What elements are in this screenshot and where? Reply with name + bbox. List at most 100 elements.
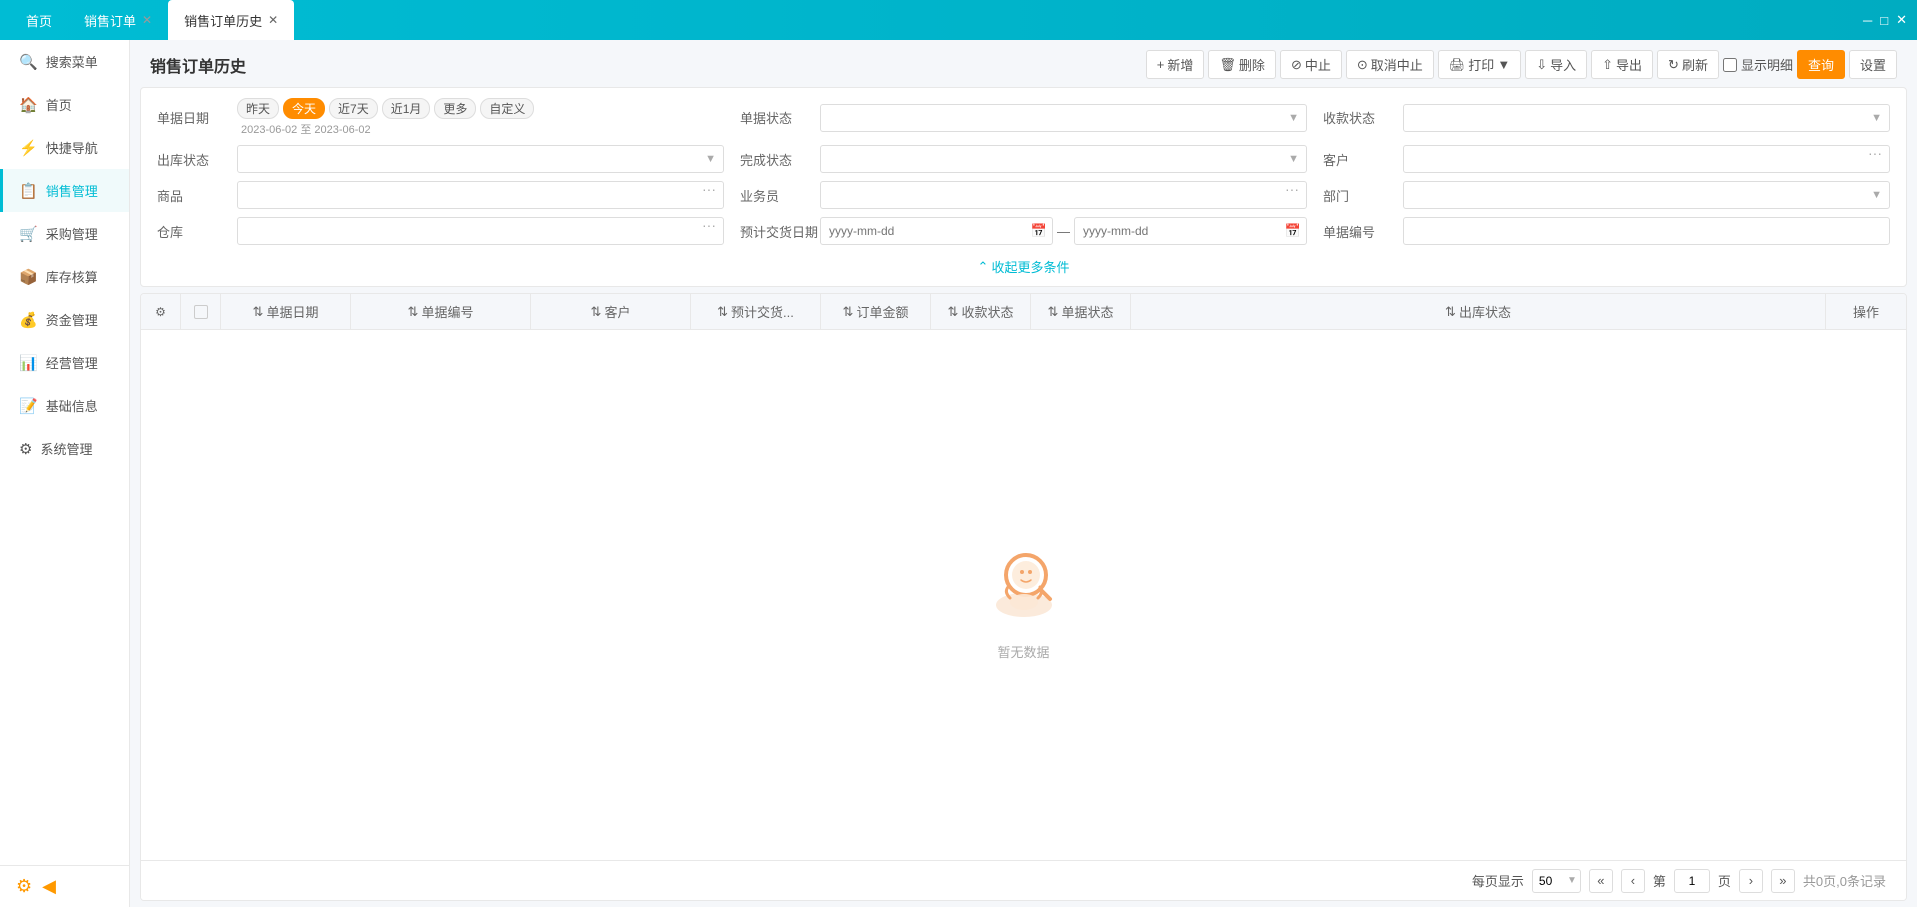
sidebar-item-inventory[interactable]: 📦 库存核算	[0, 255, 129, 298]
th-delivery[interactable]: ⇅ 预计交货...	[691, 294, 821, 329]
header-checkbox[interactable]	[194, 305, 208, 319]
import-button[interactable]: ⇩ 导入	[1525, 50, 1587, 79]
tab-sales-order-history[interactable]: 销售订单历史 ✕	[168, 0, 294, 40]
cancel-stop-label: 取消中止	[1371, 55, 1423, 74]
refresh-button[interactable]: ↻ 刷新	[1657, 50, 1719, 79]
goods-dots-icon[interactable]: ···	[702, 181, 716, 197]
print-button[interactable]: 🖨 打印 ▼	[1438, 50, 1521, 79]
settings-button[interactable]: 设置	[1849, 50, 1897, 79]
sidebar-search[interactable]: 🔍 搜索菜单	[0, 40, 129, 83]
date-range-text: 2023-06-02 至 2023-06-02	[241, 121, 724, 137]
stop-icon: ⊘	[1291, 57, 1302, 73]
doc-num-input[interactable]	[1403, 217, 1890, 245]
th-operations: 操作	[1826, 294, 1906, 329]
out-status-label: 出库状态	[157, 150, 237, 169]
page-title: 销售订单历史	[150, 53, 246, 77]
query-button[interactable]: 查询	[1797, 50, 1845, 79]
window-close-btn[interactable]: ✕	[1896, 12, 1907, 28]
collapse-sidebar-icon[interactable]: ◀	[42, 876, 56, 897]
next-page-icon: ›	[1749, 873, 1753, 888]
sidebar-item-operation[interactable]: 📊 经营管理	[0, 341, 129, 384]
delivery-start-input[interactable]	[820, 217, 1053, 245]
date-dash: —	[1057, 224, 1070, 239]
doc-status-select[interactable]	[820, 104, 1307, 132]
th-payment-sort-icon: ⇅	[948, 304, 959, 320]
cancel-stop-icon: ⊙	[1357, 57, 1368, 73]
content-area: 销售订单历史 + 新增 🗑 删除 ⊘ 中止 ⊙ 取消中止	[130, 40, 1917, 907]
page-size-wrap: 10 20 50 100 ▼	[1532, 869, 1581, 893]
th-customer[interactable]: ⇅ 客户	[531, 294, 691, 329]
display-detail-check[interactable]: 显示明细	[1723, 55, 1793, 74]
th-amount-label: 订单金额	[856, 302, 908, 321]
date-tag-1month[interactable]: 近1月	[382, 98, 431, 119]
delivery-end-input[interactable]	[1074, 217, 1307, 245]
sidebar-item-sales[interactable]: 📋 销售管理	[0, 169, 129, 212]
export-button[interactable]: ⇧ 导出	[1591, 50, 1653, 79]
page-size-select[interactable]: 10 20 50 100	[1532, 869, 1581, 893]
salesperson-input[interactable]	[820, 181, 1307, 209]
delete-button[interactable]: 🗑 删除	[1208, 50, 1276, 79]
date-tag-7days[interactable]: 近7天	[329, 98, 378, 119]
refresh-label: 刷新	[1682, 55, 1708, 74]
window-min-btn[interactable]: ─	[1863, 13, 1872, 28]
tab-sales-order[interactable]: 销售订单 ✕	[68, 0, 168, 40]
sidebar-item-basic[interactable]: 📝 基础信息	[0, 384, 129, 427]
new-button[interactable]: + 新增	[1146, 50, 1205, 79]
prev-page-button[interactable]: ‹	[1621, 869, 1645, 893]
filter-row-3: 商品 ··· 业务员 ··· 部门	[157, 181, 1890, 209]
th-doc-status[interactable]: ⇅ 单据状态	[1031, 294, 1131, 329]
last-page-icon: »	[1779, 873, 1786, 888]
first-page-button[interactable]: «	[1589, 869, 1613, 893]
salesperson-dots-icon[interactable]: ···	[1285, 181, 1299, 197]
sidebar-item-finance[interactable]: 💰 资金管理	[0, 298, 129, 341]
customer-input[interactable]	[1403, 145, 1890, 173]
tab-sales-order-history-close[interactable]: ✕	[268, 13, 278, 27]
warehouse-dots-icon[interactable]: ···	[702, 217, 716, 233]
collapse-button[interactable]: ⌃ 收起更多条件	[978, 257, 1070, 276]
department-select[interactable]	[1403, 181, 1890, 209]
goods-input[interactable]	[237, 181, 724, 209]
payment-status-select-wrap: ▼	[1403, 104, 1890, 132]
quick-nav-icon: ⚡	[19, 139, 38, 157]
sidebar-item-finance-label: 资金管理	[46, 310, 98, 329]
delivery-start-wrap: 📅	[820, 217, 1053, 245]
payment-status-select[interactable]	[1403, 104, 1890, 132]
sidebar-item-purchase[interactable]: 🛒 采购管理	[0, 212, 129, 255]
display-detail-checkbox[interactable]	[1723, 58, 1737, 72]
th-settings[interactable]: ⚙	[141, 294, 181, 329]
system-icon: ⚙	[19, 440, 32, 458]
tab-sales-order-close[interactable]: ✕	[142, 13, 152, 27]
delete-label: 删除	[1239, 55, 1265, 74]
sales-icon: 📋	[19, 182, 38, 200]
warehouse-input[interactable]	[237, 217, 724, 245]
purchase-icon: 🛒	[19, 225, 38, 243]
th-payment-status[interactable]: ⇅ 收款状态	[931, 294, 1031, 329]
sidebar-item-quick-nav[interactable]: ⚡ 快捷导航	[0, 126, 129, 169]
complete-status-select[interactable]	[820, 145, 1307, 173]
window-max-btn[interactable]: □	[1880, 13, 1888, 28]
filter-col-goods: 商品 ···	[157, 181, 724, 209]
date-tag-yesterday[interactable]: 昨天	[237, 98, 279, 119]
th-doc-num[interactable]: ⇅ 单据编号	[351, 294, 531, 329]
stop-button[interactable]: ⊘ 中止	[1280, 50, 1342, 79]
cancel-stop-button[interactable]: ⊙ 取消中止	[1346, 50, 1434, 79]
next-page-button[interactable]: ›	[1739, 869, 1763, 893]
display-detail-label: 显示明细	[1741, 55, 1793, 74]
th-out-status[interactable]: ⇅ 出库状态	[1131, 294, 1826, 329]
th-amount[interactable]: ⇅ 订单金额	[821, 294, 931, 329]
print-icon: 🖨	[1449, 57, 1466, 73]
page-number-input[interactable]	[1674, 869, 1710, 893]
customer-dots-icon[interactable]: ···	[1868, 145, 1882, 161]
tab-home[interactable]: 首页	[10, 0, 68, 40]
settings-bottom-icon[interactable]: ⚙	[16, 876, 32, 897]
date-tag-more[interactable]: 更多	[434, 98, 476, 119]
date-tag-custom[interactable]: 自定义	[480, 98, 534, 119]
sidebar-item-system[interactable]: ⚙ 系统管理	[0, 427, 129, 470]
out-status-select[interactable]	[237, 145, 724, 173]
th-doc-status-label: 单据状态	[1061, 302, 1113, 321]
sidebar-item-home[interactable]: 🏠 首页	[0, 83, 129, 126]
last-page-button[interactable]: »	[1771, 869, 1795, 893]
th-operations-label: 操作	[1853, 302, 1879, 321]
th-date[interactable]: ⇅ 单据日期	[221, 294, 351, 329]
date-tag-today[interactable]: 今天	[283, 98, 325, 119]
